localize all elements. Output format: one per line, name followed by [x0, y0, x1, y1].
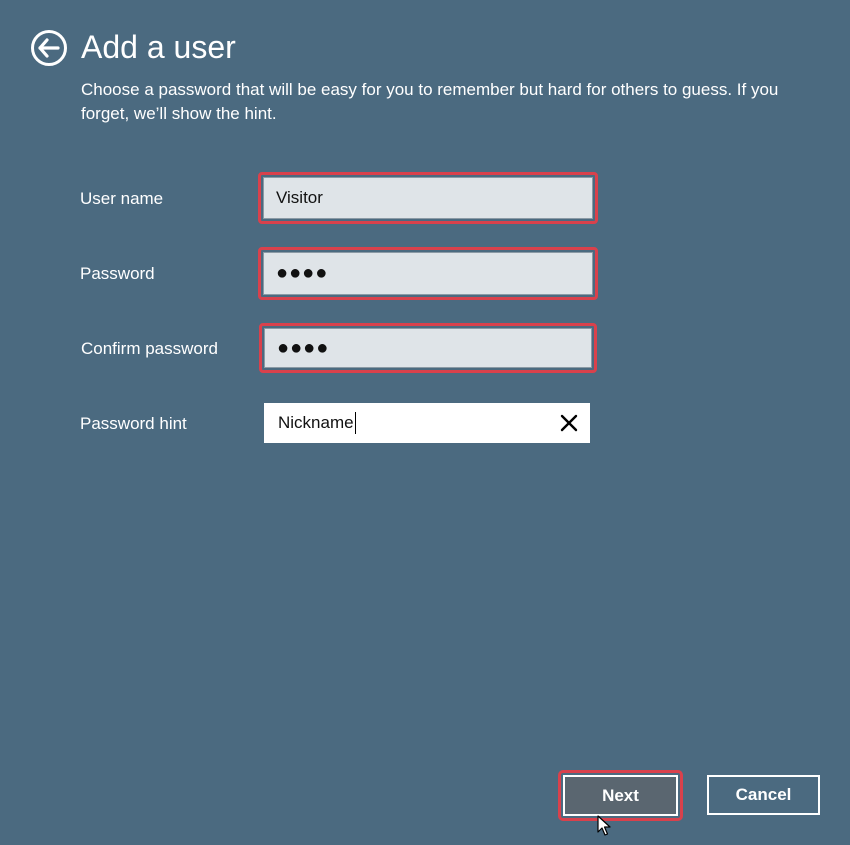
mouse-pointer-icon	[597, 815, 611, 837]
arrow-left-circle-icon	[31, 30, 67, 66]
next-button-highlight: Next	[558, 770, 683, 821]
username-highlight: Visitor	[258, 172, 598, 224]
text-caret	[354, 412, 356, 434]
username-label: User name	[80, 189, 164, 208]
confirm-password-highlight: ●●●●	[259, 323, 597, 373]
password-hint-value: Nickname	[278, 413, 354, 432]
password-field[interactable]: ●●●●	[263, 252, 593, 295]
clear-hint-button[interactable]	[558, 412, 580, 434]
back-button[interactable]	[30, 29, 68, 67]
password-highlight: ●●●●	[258, 247, 598, 300]
password-hint-value-wrap: Nickname	[278, 412, 558, 434]
confirm-password-label: Confirm password	[81, 339, 218, 358]
close-x-icon	[560, 414, 578, 432]
password-hint-field[interactable]: Nickname	[264, 403, 590, 443]
password-hint-label: Password hint	[80, 414, 187, 433]
password-label: Password	[80, 264, 155, 283]
next-button[interactable]: Next	[563, 775, 678, 816]
username-field[interactable]: Visitor	[263, 177, 593, 219]
page-description: Choose a password that will be easy for …	[81, 80, 779, 123]
cancel-button[interactable]: Cancel	[707, 775, 820, 815]
confirm-password-field[interactable]: ●●●●	[264, 328, 592, 368]
page-title: Add a user	[81, 29, 236, 65]
